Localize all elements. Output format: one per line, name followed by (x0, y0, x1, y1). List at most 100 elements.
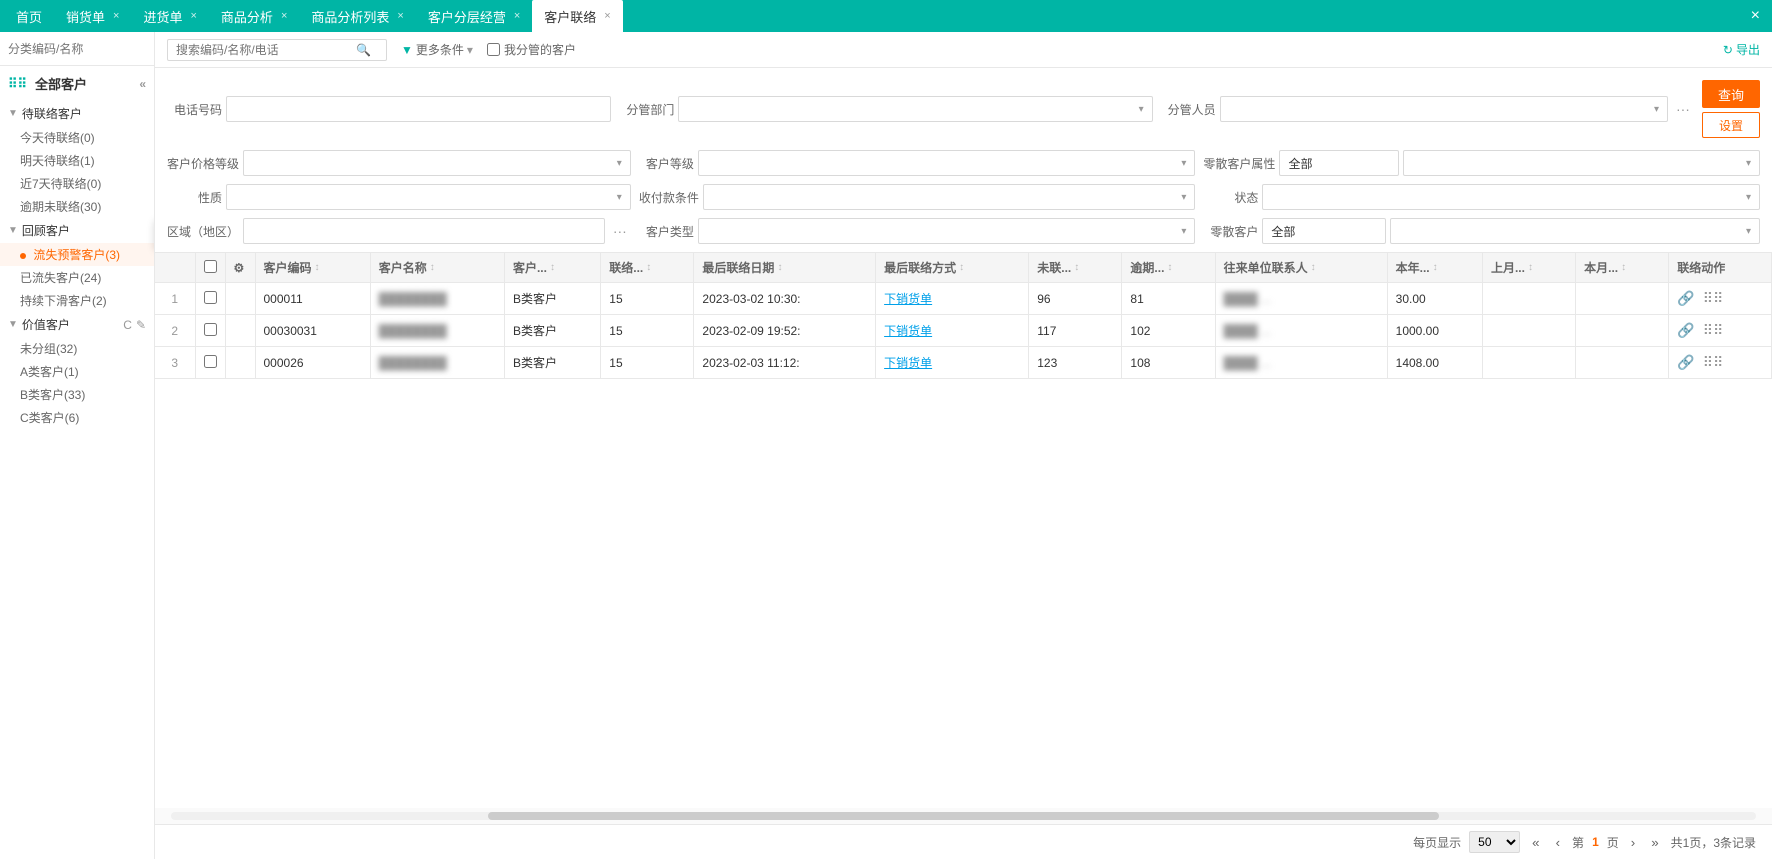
tab-goods-analysis[interactable]: 商品分析 × (209, 0, 299, 32)
filter-select-zero-customer-value[interactable]: ▾ (1390, 218, 1760, 244)
filter-select-zero-attr[interactable]: 全部 (1279, 150, 1399, 176)
filter-select-nature[interactable]: ▾ (226, 184, 631, 210)
th-overdue[interactable]: 逾期...↕ (1122, 253, 1215, 283)
th-this-year[interactable]: 本年...↕ (1387, 253, 1482, 283)
tab-customer-contact[interactable]: 客户联络 × (532, 0, 622, 32)
action-grid-icon[interactable]: ⠿⠿ (1703, 290, 1724, 307)
th-contact[interactable]: 联络...↕ (601, 253, 694, 283)
more-conditions-btn[interactable]: ▼ 更多条件 ▾ (395, 38, 479, 61)
query-button[interactable]: 查询 (1702, 80, 1760, 108)
sidebar-item-churned[interactable]: 已流失客户(24) (0, 266, 154, 289)
tab-customer-segment[interactable]: 客户分层经营 × (416, 0, 532, 32)
sidebar-search-bar[interactable]: 🔍 (0, 32, 154, 66)
last-page-btn[interactable]: » (1647, 833, 1662, 852)
filter-select-region[interactable] (243, 218, 605, 244)
tab-close-goods-analysis-list[interactable]: × (397, 10, 403, 22)
th-checkbox[interactable] (195, 253, 225, 283)
tab-close-goods-analysis[interactable]: × (281, 10, 287, 22)
person-dots-icon[interactable]: ··· (1672, 101, 1694, 117)
group-pending-contact[interactable]: ▼ 待联络客户 (0, 101, 154, 126)
tab-purchase[interactable]: 进货单 × (131, 0, 208, 32)
search-input[interactable] (176, 43, 356, 57)
th-code[interactable]: 客户编码↕ (255, 253, 370, 283)
filter-input-phone[interactable] (226, 96, 611, 122)
th-settings[interactable]: ⚙ (225, 253, 255, 283)
sidebar-item-churn-warning[interactable]: 流失预警客户(3) (0, 243, 154, 266)
tab-close-sales[interactable]: × (113, 10, 119, 22)
group-value-customers[interactable]: ▼ 价值客户 C ✎ (0, 312, 154, 337)
tab-goods-analysis-list[interactable]: 商品分析列表 × (299, 0, 415, 32)
tab-close-purchase[interactable]: × (190, 10, 196, 22)
my-customers-checkbox[interactable] (487, 43, 500, 56)
th-name[interactable]: 客户名称↕ (370, 253, 504, 283)
tab-sales[interactable]: 销货单 × (54, 0, 131, 32)
sidebar-item-a-class[interactable]: A类客户(1) (0, 360, 154, 383)
sidebar-item-c-class[interactable]: C类客户(6) (0, 406, 154, 429)
th-unit-contact[interactable]: 往来单位联系人↕ (1215, 253, 1387, 283)
cell-last-method[interactable]: 下销货单 (876, 283, 1029, 315)
first-page-btn[interactable]: « (1528, 833, 1543, 852)
th-this-month[interactable]: 本月...↕ (1576, 253, 1669, 283)
sidebar-item-ungrouped[interactable]: 未分组(32) (0, 337, 154, 360)
cell-checkbox[interactable] (195, 347, 225, 379)
tab-home[interactable]: 首页 (4, 0, 54, 32)
action-link-icon[interactable]: 🔗 (1677, 354, 1694, 371)
tab-close-customer-contact[interactable]: × (604, 10, 610, 22)
cell-checkbox[interactable] (195, 315, 225, 347)
row-checkbox-1[interactable] (204, 323, 217, 336)
sidebar-item-declining[interactable]: 持续下滑客户(2) (0, 289, 154, 312)
row-checkbox-0[interactable] (204, 291, 217, 304)
window-close-btn[interactable]: × (1743, 7, 1768, 25)
filter-select-dept[interactable]: ▾ (678, 96, 1152, 122)
settings-button[interactable]: 设置 (1702, 112, 1760, 138)
action-grid-icon[interactable]: ⠿⠿ (1703, 322, 1724, 339)
tab-close-customer-segment[interactable]: × (514, 10, 520, 22)
next-page-btn[interactable]: › (1627, 833, 1639, 852)
horizontal-scrollbar[interactable] (155, 808, 1772, 824)
search-button-icon[interactable]: 🔍 (356, 43, 371, 57)
th-type[interactable]: 客户...↕ (504, 253, 600, 283)
sidebar-item-b-class[interactable]: B类客户(33) (0, 383, 154, 406)
region-dots-icon[interactable]: ··· (609, 223, 631, 239)
filter-select-zero-attr-value[interactable]: ▾ (1403, 150, 1760, 176)
sidebar-item-overdue-contact[interactable]: 逾期未联络(30) (0, 195, 154, 218)
filter-select-zero-customer[interactable]: 全部 (1262, 218, 1386, 244)
search-input-group[interactable]: 🔍 (167, 39, 387, 61)
filter-label-nature: 性质 (167, 189, 222, 206)
all-customers-header[interactable]: ⠿⠿ 全部客户 « (0, 66, 154, 101)
filter-select-customer-type[interactable]: ▾ (698, 218, 1196, 244)
sidebar-collapse-btn[interactable]: « (139, 77, 146, 91)
export-btn[interactable]: ↻ 导出 (1723, 41, 1760, 58)
th-last-contact-method[interactable]: 最后联络方式↕ (876, 253, 1029, 283)
th-uncontacted[interactable]: 未联...↕ (1029, 253, 1122, 283)
sidebar-item-today-pending[interactable]: 今天待联络(0) (0, 126, 154, 149)
filter-select-customer-level[interactable]: ▾ (698, 150, 1196, 176)
value-customers-add-icon[interactable]: ✎ (136, 318, 146, 332)
action-link-icon[interactable]: 🔗 (1677, 322, 1694, 339)
sidebar-item-tomorrow-pending[interactable]: 明天待联络(1) (0, 149, 154, 172)
filter-select-price-level[interactable]: ▾ (243, 150, 631, 176)
contact-method-link[interactable]: 下销货单 (884, 324, 932, 338)
filter-select-person[interactable]: ▾ (1220, 96, 1668, 122)
cell-checkbox[interactable] (195, 283, 225, 315)
action-grid-icon[interactable]: ⠿⠿ (1703, 354, 1724, 371)
value-customers-edit-icon[interactable]: C (123, 318, 132, 332)
table-settings-icon[interactable]: ⚙ (234, 261, 245, 275)
sidebar-search-input[interactable] (8, 42, 155, 56)
group-lost-customers[interactable]: ▼ 回顾客户 (0, 218, 154, 243)
sidebar-item-7days-pending[interactable]: 近7天待联络(0) (0, 172, 154, 195)
cell-last-method[interactable]: 下销货单 (876, 315, 1029, 347)
th-last-contact-date[interactable]: 最后联络日期↕ (694, 253, 876, 283)
filter-select-payment[interactable]: ▾ (703, 184, 1196, 210)
page-size-select[interactable]: 50 100 200 (1469, 831, 1520, 853)
row-checkbox-2[interactable] (204, 355, 217, 368)
th-last-month[interactable]: 上月...↕ (1482, 253, 1575, 283)
cell-last-method[interactable]: 下销货单 (876, 347, 1029, 379)
action-link-icon[interactable]: 🔗 (1677, 290, 1694, 307)
contact-method-link[interactable]: 下销货单 (884, 292, 932, 306)
contact-method-link[interactable]: 下销货单 (884, 356, 932, 370)
filter-select-status[interactable]: ▾ (1262, 184, 1760, 210)
my-customers-checkbox-label[interactable]: 我分管的客户 (487, 41, 576, 58)
select-all-checkbox[interactable] (204, 260, 217, 273)
prev-page-btn[interactable]: ‹ (1552, 833, 1564, 852)
